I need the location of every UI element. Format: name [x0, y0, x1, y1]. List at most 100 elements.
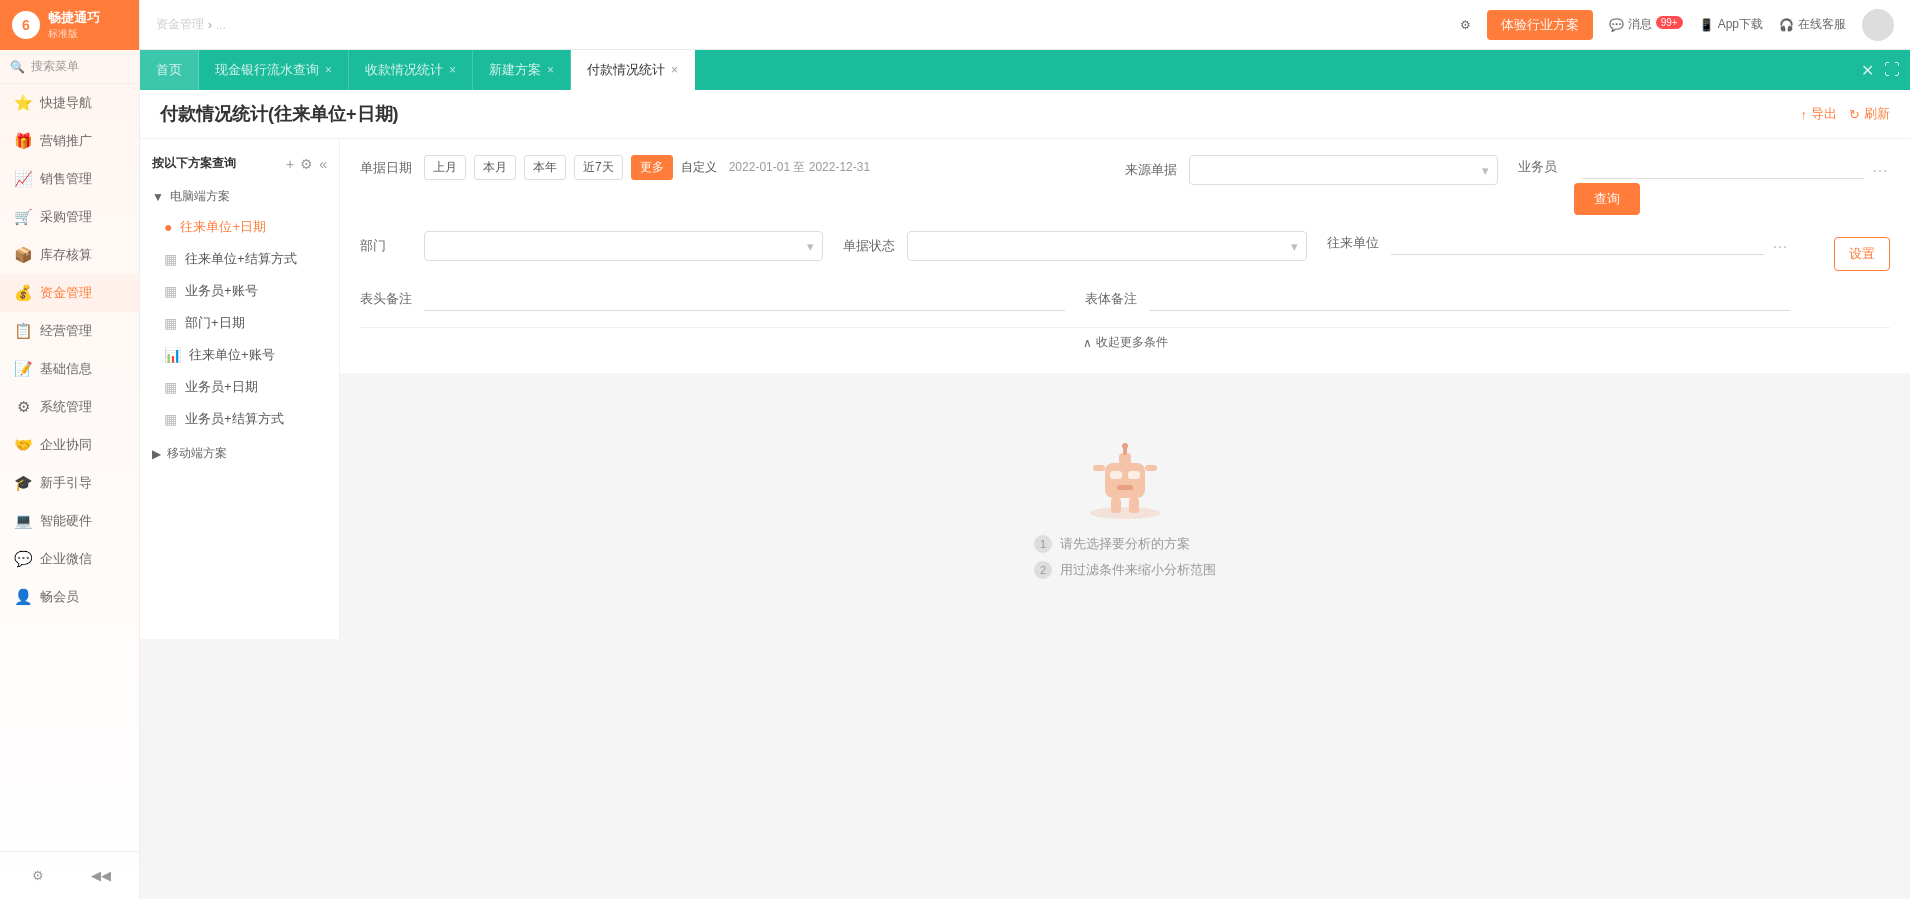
body-note-label: 表体备注	[1085, 290, 1141, 308]
scheme-item-label-1: 往来单位+结算方式	[185, 250, 297, 268]
scheme-item-0[interactable]: ● 往来单位+日期	[140, 211, 339, 243]
salesman-dots[interactable]: …	[1872, 158, 1890, 176]
sidebar-item-label: 营销推广	[40, 132, 92, 150]
messages-btn[interactable]: 💬 消息 99+	[1609, 16, 1683, 33]
marketing-icon: 🎁	[14, 132, 32, 150]
sidebar-item-collab[interactable]: 🤝 企业协同	[0, 426, 139, 464]
tabs: 首页 现金银行流水查询 × 收款情况统计 × 新建方案 × 付款情况统计 × ✕…	[140, 50, 1910, 90]
date-btn-7days[interactable]: 近7天	[574, 155, 623, 180]
tab-receipt-close[interactable]: ×	[449, 63, 456, 77]
tab-close-all[interactable]: ✕	[1861, 61, 1874, 80]
partner-dots[interactable]: …	[1772, 234, 1790, 252]
scheme-add-icon[interactable]: +	[286, 156, 294, 172]
sidebar-item-hardware[interactable]: 💻 智能硬件	[0, 502, 139, 540]
tab-bank-close[interactable]: ×	[325, 63, 332, 77]
svg-rect-1	[1105, 463, 1145, 498]
query-btn[interactable]: 查询	[1574, 183, 1640, 215]
empty-tip-1: 1 请先选择要分析的方案	[1034, 535, 1216, 553]
sidebar-bottom-settings[interactable]: ⚙	[10, 862, 66, 889]
filter-docstatus-field: 单据状态 ▾	[843, 231, 1306, 261]
docstatus-select[interactable]: ▾	[907, 231, 1306, 261]
sidebar-item-member[interactable]: 👤 畅会员	[0, 578, 139, 616]
settings-btn[interactable]: ⚙	[1460, 18, 1471, 32]
filter-row-2: 部门 ▾ 单据状态 ▾	[360, 231, 1890, 271]
scheme-item-icon-2: ▦	[164, 283, 177, 299]
sidebar-item-marketing[interactable]: 🎁 营销推广	[0, 122, 139, 160]
scheme-collapse-icon[interactable]: «	[319, 156, 327, 172]
dept-select[interactable]: ▾	[424, 231, 823, 261]
collab-icon: 🤝	[14, 436, 32, 454]
search-icon: 🔍	[10, 60, 25, 74]
scheme-section-mobile-title[interactable]: ▶ 移动端方案	[140, 439, 339, 468]
app-download-btn[interactable]: 📱 App下载	[1699, 16, 1763, 33]
online-service-btn[interactable]: 🎧 在线客服	[1779, 16, 1846, 33]
scheme-item-2[interactable]: ▦ 业务员+账号	[140, 275, 339, 307]
date-btn-last-month[interactable]: 上月	[424, 155, 466, 180]
sidebar-item-basic[interactable]: 📝 基础信息	[0, 350, 139, 388]
search-label: 搜索菜单	[31, 58, 79, 75]
date-btn-more[interactable]: 更多	[631, 155, 673, 180]
scheme-item-icon-3: ▦	[164, 315, 177, 331]
tab-new-scheme[interactable]: 新建方案 ×	[473, 50, 571, 90]
scheme-item-6[interactable]: ▦ 业务员+结算方式	[140, 403, 339, 435]
scheme-section-desktop-title[interactable]: ▼ 电脑端方案	[140, 182, 339, 211]
refresh-btn[interactable]: ↻ 刷新	[1849, 105, 1890, 123]
industry-btn[interactable]: 体验行业方案	[1487, 10, 1593, 40]
messages-label: 消息	[1628, 16, 1652, 33]
sidebar-item-label: 库存核算	[40, 246, 92, 264]
sidebar-item-label: 基础信息	[40, 360, 92, 378]
date-btn-this-year[interactable]: 本年	[524, 155, 566, 180]
body-note-input[interactable]	[1149, 287, 1790, 311]
source-select[interactable]: ▾	[1189, 155, 1498, 185]
tab-new-scheme-close[interactable]: ×	[547, 63, 554, 77]
sidebar-item-guide[interactable]: 🎓 新手引导	[0, 464, 139, 502]
sidebar-bottom-collapse[interactable]: ◀◀	[74, 862, 130, 889]
tip-text-1: 请先选择要分析的方案	[1060, 535, 1190, 553]
tab-maximize[interactable]: ⛶	[1884, 61, 1900, 79]
scheme-item-3[interactable]: ▦ 部门+日期	[140, 307, 339, 339]
section-title-label: 电脑端方案	[170, 188, 230, 205]
guide-icon: 🎓	[14, 474, 32, 492]
sidebar-item-purchase[interactable]: 🛒 采购管理	[0, 198, 139, 236]
scheme-settings-icon[interactable]: ⚙	[300, 156, 313, 172]
svg-rect-9	[1145, 465, 1157, 471]
header-note-input[interactable]	[424, 287, 1065, 311]
settings-btn[interactable]: 设置	[1834, 237, 1890, 271]
empty-tip-2: 2 用过滤条件来缩小分析范围	[1034, 561, 1216, 579]
user-avatar[interactable]	[1862, 9, 1894, 41]
scheme-item-label-2: 业务员+账号	[185, 282, 258, 300]
sidebar-item-quicknav[interactable]: ⭐ 快捷导航	[0, 84, 139, 122]
sidebar-nav: ⭐ 快捷导航 🎁 营销推广 📈 销售管理 🛒 采购管理 📦 库存核算 💰 资金管…	[0, 84, 139, 851]
salesman-input[interactable]	[1582, 155, 1865, 179]
search-menu[interactable]: 🔍 搜索菜单	[0, 50, 139, 84]
tab-payment-close[interactable]: ×	[671, 63, 678, 77]
sidebar-item-weixin[interactable]: 💬 企业微信	[0, 540, 139, 578]
svg-rect-8	[1093, 465, 1105, 471]
tab-receipt[interactable]: 收款情况统计 ×	[349, 50, 473, 90]
member-icon: 👤	[14, 588, 32, 606]
tab-payment-label: 付款情况统计	[587, 61, 665, 79]
svg-rect-4	[1117, 485, 1133, 490]
partner-label: 往来单位	[1327, 234, 1383, 252]
logo-text: 畅捷通巧	[48, 9, 100, 27]
sidebar-item-system[interactable]: ⚙ 系统管理	[0, 388, 139, 426]
sidebar-item-label: 资金管理	[40, 284, 92, 302]
sidebar-item-inventory[interactable]: 📦 库存核算	[0, 236, 139, 274]
sidebar-item-operations[interactable]: 📋 经营管理	[0, 312, 139, 350]
hardware-icon: 💻	[14, 512, 32, 530]
date-btn-this-month[interactable]: 本月	[474, 155, 516, 180]
online-service-label: 在线客服	[1798, 16, 1846, 33]
gear-icon: ⚙	[1460, 18, 1471, 32]
scheme-item-4[interactable]: 📊 往来单位+账号	[140, 339, 339, 371]
scheme-item-5[interactable]: ▦ 业务员+日期	[140, 371, 339, 403]
sidebar-item-finance[interactable]: 💰 资金管理	[0, 274, 139, 312]
sidebar-item-sales[interactable]: 📈 销售管理	[0, 160, 139, 198]
export-btn[interactable]: ↑ 导出	[1801, 105, 1838, 123]
collapse-more-btn[interactable]: ∧ 收起更多条件	[360, 327, 1890, 357]
filter-source-field: 来源单据 ▾	[1125, 155, 1498, 185]
tab-home[interactable]: 首页	[140, 50, 199, 90]
partner-input[interactable]	[1391, 231, 1764, 255]
scheme-item-1[interactable]: ▦ 往来单位+结算方式	[140, 243, 339, 275]
tab-bank[interactable]: 现金银行流水查询 ×	[199, 50, 349, 90]
tab-payment[interactable]: 付款情况统计 ×	[571, 50, 695, 90]
